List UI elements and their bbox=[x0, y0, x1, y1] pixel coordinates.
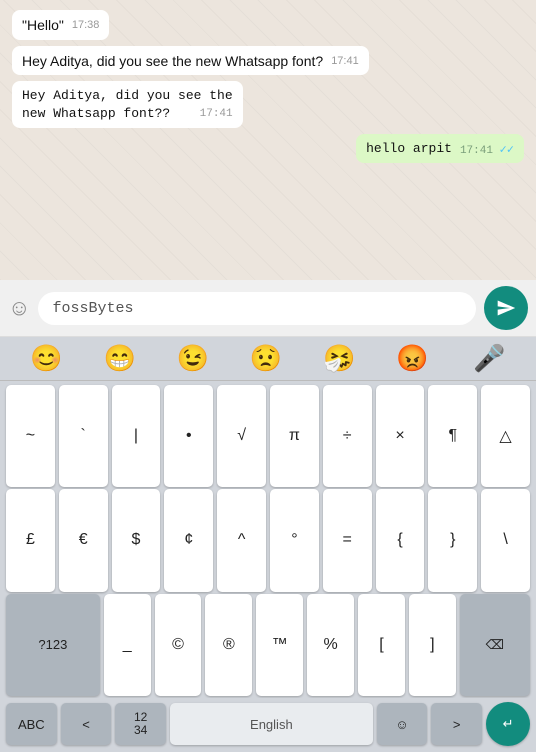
key-space[interactable]: English bbox=[170, 703, 373, 745]
key-greater-than[interactable]: > bbox=[431, 703, 482, 745]
key-backslash[interactable]: \ bbox=[481, 489, 530, 591]
keyboard-row-1: ~ ` | • √ π ÷ × ¶ △ bbox=[6, 385, 530, 487]
key-abc[interactable]: ABC bbox=[6, 703, 57, 745]
message-time: 17:41 bbox=[331, 54, 359, 69]
key-percent[interactable]: % bbox=[307, 594, 354, 696]
key-backtick[interactable]: ` bbox=[59, 385, 108, 487]
message-time: 17:41 ✓✓ bbox=[460, 142, 514, 159]
key-dollar[interactable]: $ bbox=[112, 489, 161, 591]
message-row: hello arpit 17:41 ✓✓ bbox=[12, 134, 524, 163]
key-num-toggle[interactable]: ?123 bbox=[6, 594, 100, 696]
message-time: 17:41 bbox=[200, 107, 233, 122]
key-euro[interactable]: € bbox=[59, 489, 108, 591]
emoji-sad[interactable]: 😟 bbox=[229, 343, 302, 374]
key-copyright[interactable]: © bbox=[155, 594, 202, 696]
bubble-received-mono: Hey Aditya, did you see thenew Whatsapp … bbox=[12, 81, 243, 127]
message-text: "Hello" bbox=[22, 17, 64, 33]
key-less-than[interactable]: < bbox=[61, 703, 112, 745]
read-ticks: ✓✓ bbox=[500, 143, 514, 157]
emoji-angry[interactable]: 😡 bbox=[376, 343, 449, 374]
key-rbracket[interactable]: ] bbox=[409, 594, 456, 696]
key-tilde[interactable]: ~ bbox=[6, 385, 55, 487]
key-caret[interactable]: ^ bbox=[217, 489, 266, 591]
key-trademark[interactable]: ™ bbox=[256, 594, 303, 696]
key-pi[interactable]: π bbox=[270, 385, 319, 487]
bubble-received: Hey Aditya, did you see the new Whatsapp… bbox=[12, 46, 369, 76]
key-lbracket[interactable]: [ bbox=[358, 594, 405, 696]
keyboard-row-2: £ € $ ¢ ^ ° = { } \ bbox=[6, 489, 530, 591]
key-cent[interactable]: ¢ bbox=[164, 489, 213, 591]
emoji-wink[interactable]: 😉 bbox=[156, 343, 229, 374]
key-pilcrow[interactable]: ¶ bbox=[428, 385, 477, 487]
mic-icon[interactable]: 🎤 bbox=[453, 343, 526, 374]
key-rbrace[interactable]: } bbox=[428, 489, 477, 591]
key-lbrace[interactable]: { bbox=[376, 489, 425, 591]
key-numbers-grid[interactable]: 1234 bbox=[115, 703, 166, 745]
key-degree[interactable]: ° bbox=[270, 489, 319, 591]
keyboard: ~ ` | • √ π ÷ × ¶ △ £ € $ ¢ ^ ° = { } \ … bbox=[0, 381, 536, 698]
key-pound[interactable]: £ bbox=[6, 489, 55, 591]
delete-key[interactable]: ⌫ bbox=[460, 594, 530, 696]
keyboard-row-3: ?123 _ © ® ™ % [ ] ⌫ bbox=[6, 594, 530, 696]
key-divide[interactable]: ÷ bbox=[323, 385, 372, 487]
key-registered[interactable]: ® bbox=[205, 594, 252, 696]
bottom-row: ABC < 1234 English ☺ > ↵ bbox=[0, 698, 536, 752]
emoji-sick[interactable]: 🤧 bbox=[303, 343, 376, 374]
input-area: ☺ bbox=[0, 280, 536, 337]
message-text: hello arpit bbox=[366, 141, 452, 156]
key-underscore[interactable]: _ bbox=[104, 594, 151, 696]
message-text: Hey Aditya, did you see the new Whatsapp… bbox=[22, 53, 323, 69]
send-button[interactable] bbox=[484, 286, 528, 330]
key-equals[interactable]: = bbox=[323, 489, 372, 591]
key-enter[interactable]: ↵ bbox=[486, 702, 530, 746]
send-icon bbox=[496, 298, 516, 318]
bubble-received: "Hello" 17:38 bbox=[12, 10, 109, 40]
message-row: "Hello" 17:38 bbox=[12, 10, 524, 40]
message-input[interactable] bbox=[38, 292, 476, 325]
emoji-smiley[interactable]: 😊 bbox=[10, 343, 83, 374]
key-multiply[interactable]: × bbox=[376, 385, 425, 487]
key-sqrt[interactable]: √ bbox=[217, 385, 266, 487]
message-row: Hey Aditya, did you see thenew Whatsapp … bbox=[12, 81, 524, 127]
message-time: 17:38 bbox=[72, 18, 100, 33]
bubble-sent: hello arpit 17:41 ✓✓ bbox=[356, 134, 524, 163]
emoji-button[interactable]: ☺ bbox=[8, 295, 30, 321]
key-pipe[interactable]: | bbox=[112, 385, 161, 487]
key-bullet[interactable]: • bbox=[164, 385, 213, 487]
key-emoji-smiley[interactable]: ☺ bbox=[377, 703, 428, 745]
chat-area: "Hello" 17:38 Hey Aditya, did you see th… bbox=[0, 0, 536, 280]
emoji-grin[interactable]: 😁 bbox=[83, 343, 156, 374]
key-delta[interactable]: △ bbox=[481, 385, 530, 487]
emoji-row: 😊 😁 😉 😟 🤧 😡 🎤 bbox=[0, 337, 536, 381]
message-row: Hey Aditya, did you see the new Whatsapp… bbox=[12, 46, 524, 76]
